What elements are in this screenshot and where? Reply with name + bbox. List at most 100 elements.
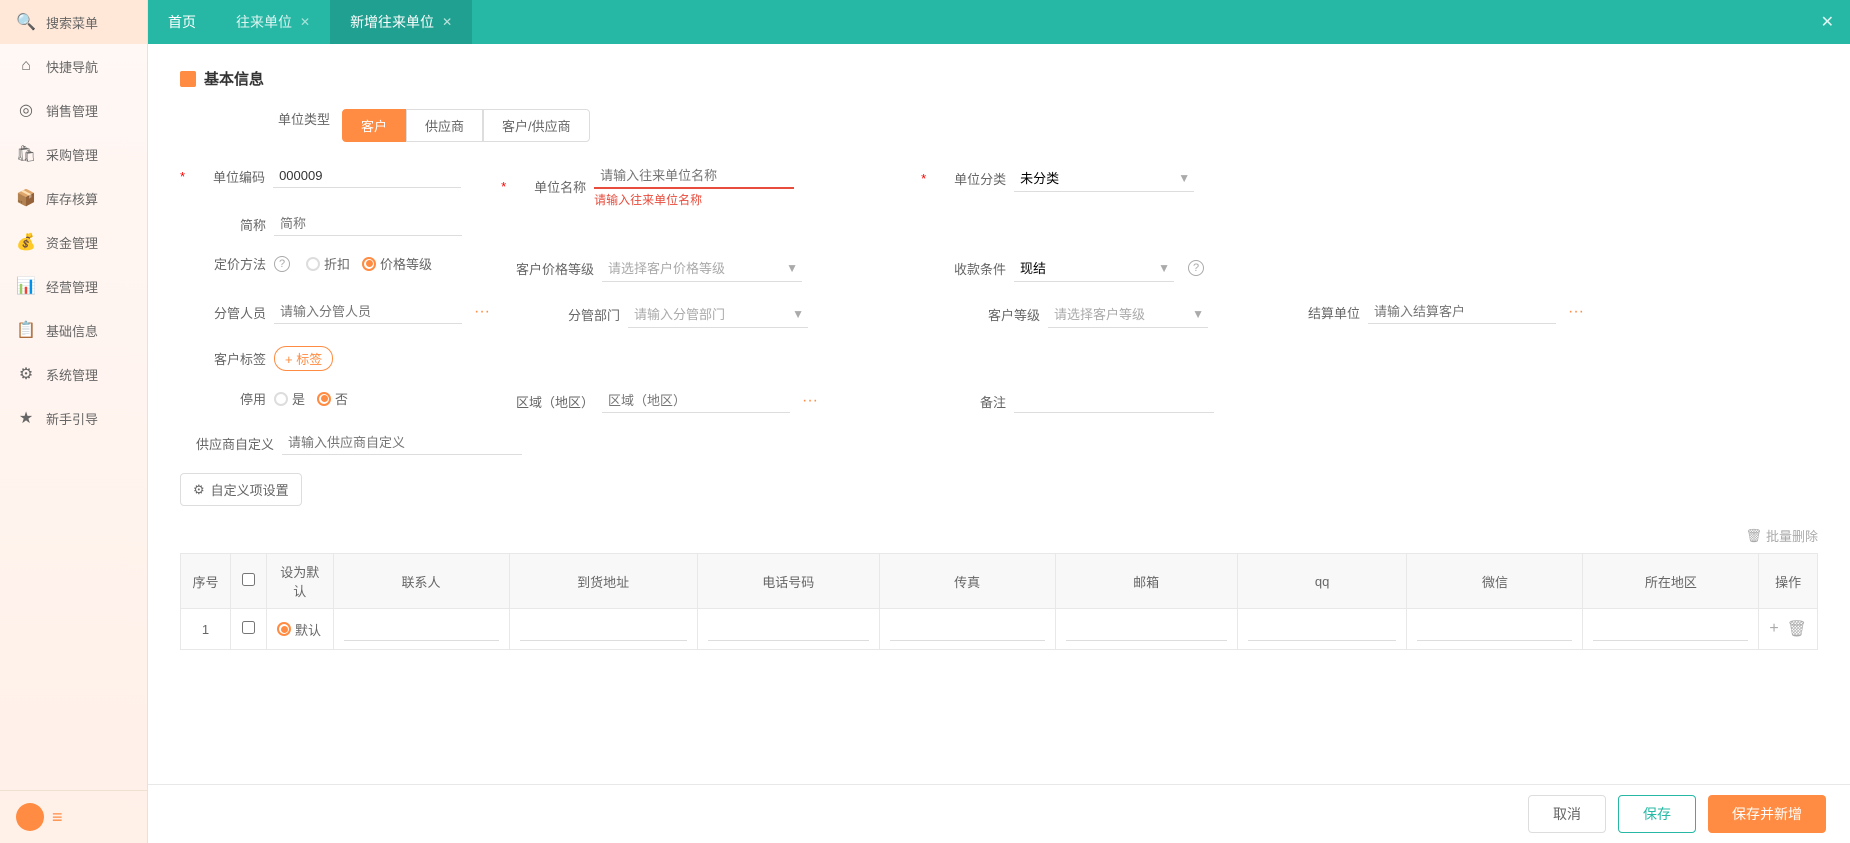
- area-label: 区域（地区）: [516, 392, 594, 411]
- customer-price-label: 客户价格等级: [516, 259, 594, 278]
- row-address-cell: [509, 609, 697, 650]
- unit-name-input[interactable]: [594, 164, 794, 189]
- add-tag-button[interactable]: + 标签: [274, 346, 333, 371]
- col-qq: qq: [1237, 554, 1407, 609]
- row-address-input[interactable]: [520, 617, 687, 641]
- dept-label: 分管部门: [550, 305, 620, 324]
- abbr-input[interactable]: [274, 212, 462, 236]
- radio-no-circle: [317, 392, 331, 406]
- unit-category-select[interactable]: 未分类 ▼: [1014, 164, 1194, 192]
- col-default: 设为默认: [267, 554, 334, 609]
- pricing-help-icon[interactable]: ?: [274, 256, 290, 272]
- row-qq-input[interactable]: [1248, 617, 1397, 641]
- sidebar-item-inventory[interactable]: 📦 库存核算: [0, 176, 147, 220]
- field-pricing: 定价方法 ? 折扣 价格等级: [180, 254, 460, 273]
- sidebar-item-system[interactable]: ⚙ 系统管理: [0, 352, 147, 396]
- row-phone-cell: [697, 609, 879, 650]
- save-new-button[interactable]: 保存并新增: [1708, 795, 1826, 833]
- row-add-button[interactable]: +: [1769, 620, 1778, 638]
- sidebar-item-guide[interactable]: ★ 新手引导: [0, 396, 147, 440]
- sidebar-item-purchase[interactable]: 🛍 采购管理: [0, 132, 147, 176]
- customer-level-select[interactable]: 请选择客户等级 ▼: [1048, 300, 1208, 328]
- remark-input[interactable]: [1014, 389, 1214, 413]
- manager-ellipsis[interactable]: ···: [470, 303, 494, 321]
- sidebar-item-search[interactable]: 🔍 搜索菜单: [0, 0, 147, 44]
- sidebar-item-quicknav[interactable]: ⌂ 快捷导航: [0, 44, 147, 88]
- disabled-radio-yes[interactable]: 是: [274, 389, 305, 408]
- tab-new-partner-close[interactable]: ✕: [442, 15, 452, 29]
- sidebar-item-operations[interactable]: 📊 经营管理: [0, 264, 147, 308]
- tab-partners[interactable]: 往来单位 ✕: [216, 0, 330, 44]
- batch-delete-button[interactable]: 🗑 批量删除: [1745, 526, 1818, 545]
- sidebar-item-finance[interactable]: 💰 资金管理: [0, 220, 147, 264]
- supplier-custom-input[interactable]: [282, 431, 522, 455]
- payment-select[interactable]: 现结 ▼: [1014, 254, 1174, 282]
- area-input[interactable]: [602, 389, 790, 413]
- area-ellipsis[interactable]: ···: [798, 392, 822, 410]
- avatar: [16, 803, 44, 831]
- row-email-input[interactable]: [1066, 617, 1227, 641]
- row-wechat-input[interactable]: [1417, 617, 1572, 641]
- sidebar-label-search: 搜索菜单: [46, 13, 98, 32]
- unit-category-label: 单位分类: [936, 169, 1006, 188]
- sidebar-label-purchase: 采购管理: [46, 145, 98, 164]
- row-phone-input[interactable]: [708, 617, 869, 641]
- select-all-checkbox[interactable]: [242, 573, 255, 586]
- settlement-input[interactable]: [1368, 300, 1556, 324]
- system-icon: ⚙: [16, 364, 36, 384]
- tab-new-partner[interactable]: 新增往来单位 ✕: [330, 0, 472, 44]
- user-level-icon: ≡: [52, 807, 63, 828]
- settlement-ellipsis[interactable]: ···: [1564, 303, 1588, 321]
- row-checkbox[interactable]: [242, 621, 255, 634]
- row-region-input[interactable]: [1593, 617, 1748, 641]
- inventory-icon: 📦: [16, 188, 36, 208]
- field-customer-price: 客户价格等级 请选择客户价格等级 ▼: [500, 254, 880, 282]
- pricing-radio-discount[interactable]: 折扣: [306, 254, 350, 273]
- chevron-down-icon4: ▼: [792, 307, 804, 321]
- type-btn-supplier[interactable]: 供应商: [406, 109, 483, 142]
- tab-partners-close[interactable]: ✕: [300, 15, 310, 29]
- row-supplier-custom: 供应商自定义: [180, 431, 1818, 455]
- radio-level-circle: [362, 257, 376, 271]
- pricing-label: 定价方法: [196, 254, 266, 273]
- row-default-cell: 默认: [267, 609, 334, 650]
- row-contact-input[interactable]: [344, 617, 499, 641]
- disabled-radio-no[interactable]: 否: [317, 389, 348, 408]
- row-num: 1: [181, 609, 231, 650]
- save-button[interactable]: 保存: [1618, 795, 1696, 833]
- delete-icon: 🗑: [1745, 528, 1762, 544]
- customer-price-select[interactable]: 请选择客户价格等级 ▼: [602, 254, 802, 282]
- row-fax-input[interactable]: [890, 617, 1045, 641]
- col-email: 邮箱: [1055, 554, 1237, 609]
- close-all-tabs[interactable]: ✕: [1805, 12, 1850, 32]
- sidebar-item-sales[interactable]: ◎ 销售管理: [0, 88, 147, 132]
- payment-label: 收款条件: [936, 259, 1006, 278]
- col-num: 序号: [181, 554, 231, 609]
- field-abbr: 简称: [180, 212, 462, 236]
- cancel-button[interactable]: 取消: [1528, 795, 1606, 833]
- sidebar-item-basic[interactable]: 📋 基础信息: [0, 308, 147, 352]
- customer-level-label: 客户等级: [970, 305, 1040, 324]
- col-wechat: 微信: [1407, 554, 1583, 609]
- type-buttons: 客户 供应商 客户/供应商: [342, 109, 590, 142]
- row-delete-button[interactable]: 🗑: [1787, 619, 1807, 639]
- unit-code-input[interactable]: [273, 164, 461, 188]
- dept-select[interactable]: 请输入分管部门 ▼: [628, 300, 808, 328]
- type-btn-both[interactable]: 客户/供应商: [483, 109, 590, 142]
- field-tag: 客户标签 + 标签: [180, 346, 460, 371]
- row-checkbox-cell: [231, 609, 267, 650]
- field-payment: 收款条件 现结 ▼ ?: [920, 254, 1204, 282]
- pricing-radio-level[interactable]: 价格等级: [362, 254, 432, 273]
- tab-home[interactable]: 首页: [148, 0, 216, 44]
- customer-level-placeholder: 请选择客户等级: [1054, 304, 1145, 323]
- radio-yes-circle: [274, 392, 288, 406]
- field-dept: 分管部门 请输入分管部门 ▼: [534, 300, 914, 328]
- required-star-code: *: [180, 169, 185, 184]
- type-btn-customer[interactable]: 客户: [342, 109, 406, 142]
- custom-settings-button[interactable]: ⚙ 自定义项设置: [180, 473, 302, 506]
- manager-input[interactable]: [274, 300, 462, 324]
- row-default-radio[interactable]: 默认: [277, 620, 323, 639]
- operations-icon: 📊: [16, 276, 36, 296]
- payment-help-icon[interactable]: ?: [1188, 260, 1204, 276]
- main-area: 首页 往来单位 ✕ 新增往来单位 ✕ ✕ 基本信息 单位类型 客户 供应商 客户…: [148, 0, 1850, 843]
